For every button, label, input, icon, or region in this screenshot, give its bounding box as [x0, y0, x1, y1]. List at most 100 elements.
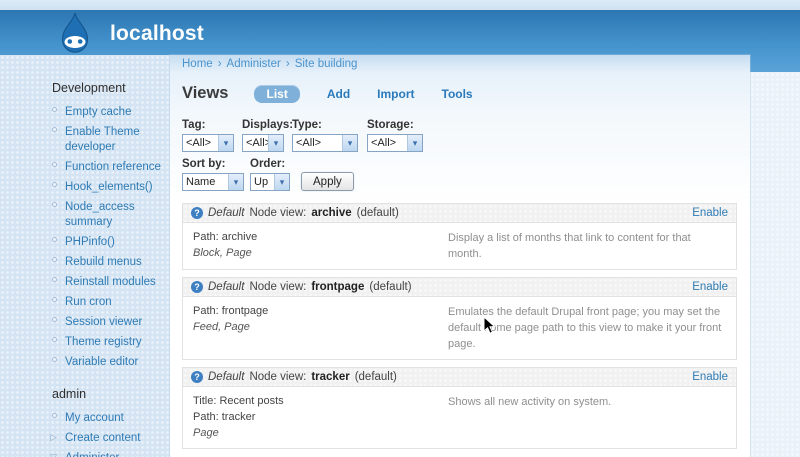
chevron-down-icon: ▾	[218, 135, 233, 151]
help-icon[interactable]: ?	[191, 371, 203, 383]
collapsed-arrow-icon: ▷	[50, 432, 57, 442]
sidebar-item-administer[interactable]: ▽Administer	[50, 450, 164, 457]
view-suffix: (default)	[369, 281, 412, 293]
view-row-archive: ? Default Node view: archive (default) E…	[182, 203, 737, 270]
order-filter-select[interactable]: Up ▾	[250, 173, 290, 191]
site-name-link[interactable]: localhost	[110, 22, 204, 46]
apply-button[interactable]: Apply	[301, 172, 354, 191]
view-path: Path: tracker	[193, 411, 256, 423]
displays-filter-select[interactable]: <All> ▾	[242, 134, 284, 152]
bullet-icon	[52, 237, 57, 242]
view-details: Path: frontpage Feed, Page	[193, 303, 448, 352]
view-displays: Block, Page	[193, 247, 252, 259]
breadcrumb: Home › Administer › Site building	[170, 55, 750, 73]
bullet-icon	[52, 107, 57, 112]
tab-add[interactable]: Add	[327, 87, 350, 101]
title-row: Views List Add Import Tools	[170, 73, 750, 112]
chevron-down-icon: ▾	[407, 135, 422, 151]
sort-by-filter-label: Sort by:	[182, 158, 226, 170]
storage-filter-label: Storage:	[367, 119, 414, 131]
view-default-label: Default	[208, 207, 245, 219]
bullet-icon	[52, 317, 57, 322]
order-filter-group: Order: Up ▾	[250, 158, 290, 191]
tag-filter-group: Tag: <All> ▾	[182, 119, 234, 152]
sidebar-item-enable-theme-developer[interactable]: Enable Theme developer	[52, 124, 164, 154]
view-title: Title: Recent posts	[193, 395, 284, 407]
bullet-icon	[52, 297, 57, 302]
type-filter-label: Type:	[292, 119, 322, 131]
view-row-frontpage: ? Default Node view: frontpage (default)…	[182, 277, 737, 360]
tab-import[interactable]: Import	[377, 87, 414, 101]
sidebar-menu-admin: My account ▷Create content ▽Administer ▷…	[50, 410, 170, 457]
bullet-icon	[52, 413, 57, 418]
type-filter-select[interactable]: <All> ▾	[292, 134, 358, 152]
sidebar-item-session-viewer[interactable]: Session viewer	[52, 314, 164, 329]
sidebar-item-phpinfo[interactable]: PHPinfo()	[52, 234, 164, 249]
storage-filter-select[interactable]: <All> ▾	[367, 134, 423, 152]
view-details: Path: archive Block, Page	[193, 229, 448, 262]
sidebar-item-node-access-summary[interactable]: Node_access summary	[52, 199, 164, 229]
bullet-icon	[52, 277, 57, 282]
content-panel: Home › Administer › Site building Views …	[170, 55, 750, 457]
view-row-header: ? Default Node view: tracker (default) E…	[183, 368, 736, 387]
sidebar-item-hook-elements[interactable]: Hook_elements()	[52, 179, 164, 194]
chevron-down-icon: ▾	[274, 174, 289, 190]
breadcrumb-administer-link[interactable]: Administer	[227, 58, 281, 70]
tab-list[interactable]: List	[254, 84, 300, 103]
view-kind: Node view:	[249, 371, 307, 383]
sidebar-item-function-reference[interactable]: Function reference	[52, 159, 164, 174]
filter-row-2: Sort by: Name ▾ Order: Up ▾ Apply	[182, 158, 738, 191]
breadcrumb-site-building-link[interactable]: Site building	[295, 58, 358, 70]
view-suffix: (default)	[354, 371, 397, 383]
tag-filter-select[interactable]: <All> ▾	[182, 134, 234, 152]
drupal-admin-screen: localhost Development Empty cache Enable…	[0, 0, 800, 457]
view-displays: Page	[193, 427, 219, 439]
sidebar-item-my-account[interactable]: My account	[52, 410, 164, 425]
view-name: tracker	[311, 371, 350, 383]
view-description: Display a list of months that link to co…	[448, 232, 691, 260]
help-icon[interactable]: ?	[191, 281, 203, 293]
view-default-label: Default	[208, 281, 245, 293]
drupal-logo-icon[interactable]	[54, 12, 98, 56]
enable-link[interactable]: Enable	[692, 371, 728, 383]
enable-link[interactable]: Enable	[692, 207, 728, 219]
view-row-header: ? Default Node view: frontpage (default)…	[183, 278, 736, 297]
help-icon[interactable]: ?	[191, 207, 203, 219]
order-filter-label: Order:	[250, 158, 286, 170]
sidebar-item-theme-registry[interactable]: Theme registry	[52, 334, 164, 349]
sidebar-item-rebuild-menus[interactable]: Rebuild menus	[52, 254, 164, 269]
sidebar: Development Empty cache Enable Theme dev…	[0, 55, 170, 457]
sidebar-menu-development: Empty cache Enable Theme developer Funct…	[52, 104, 170, 369]
view-row-body: Path: frontpage Feed, Page Emulates the …	[183, 297, 736, 359]
expanded-arrow-icon: ▽	[50, 452, 57, 457]
sidebar-item-reinstall-modules[interactable]: Reinstall modules	[52, 274, 164, 289]
bullet-icon	[52, 257, 57, 262]
bullet-icon	[52, 162, 57, 167]
breadcrumb-separator: ›	[285, 58, 290, 70]
sort-by-filter-select[interactable]: Name ▾	[182, 173, 244, 191]
view-path: Path: archive	[193, 231, 258, 243]
chevron-down-icon: ▾	[342, 135, 357, 151]
view-row-body: Path: archive Block, Page Display a list…	[183, 223, 736, 269]
sidebar-section-title-development: Development	[52, 81, 126, 95]
bullet-icon	[52, 127, 57, 132]
sidebar-item-create-content[interactable]: ▷ Create content	[50, 430, 164, 445]
breadcrumb-home-link[interactable]: Home	[182, 58, 213, 70]
type-filter-group: Type: <All> ▾	[292, 119, 358, 152]
enable-link[interactable]: Enable	[692, 281, 728, 293]
sidebar-item-empty-cache[interactable]: Empty cache	[52, 104, 164, 119]
view-name: frontpage	[311, 281, 365, 293]
chevron-down-icon: ▾	[268, 135, 283, 151]
bullet-icon	[52, 182, 57, 187]
sidebar-item-variable-editor[interactable]: Variable editor	[52, 354, 164, 369]
mouse-cursor	[483, 315, 496, 340]
bullet-icon	[52, 357, 57, 362]
view-kind: Node view:	[249, 281, 307, 293]
sidebar-item-run-cron[interactable]: Run cron	[52, 294, 164, 309]
sidebar-section-title-admin: admin	[52, 387, 87, 401]
view-kind: Node view:	[249, 207, 307, 219]
tab-tools[interactable]: Tools	[442, 87, 473, 101]
view-path: Path: frontpage	[193, 305, 269, 317]
view-default-label: Default	[208, 371, 245, 383]
view-suffix: (default)	[356, 207, 399, 219]
